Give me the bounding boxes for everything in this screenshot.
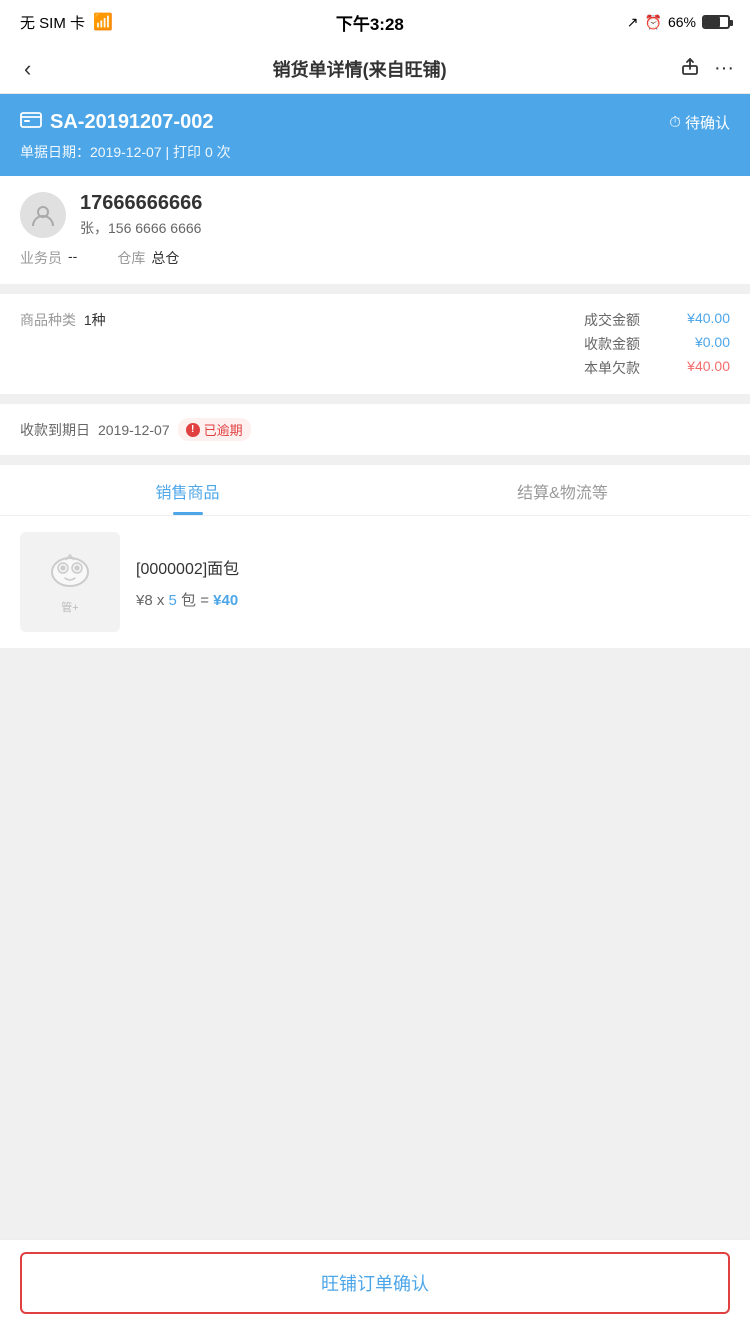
- brand-label: 管+: [61, 599, 78, 615]
- order-icon: [20, 110, 42, 134]
- clock-icon: ⏱: [669, 114, 681, 131]
- tab-sales[interactable]: 销售商品: [0, 465, 375, 515]
- received-label: 收款金额: [584, 334, 640, 354]
- nav-actions: ···: [680, 56, 734, 82]
- sales-label: 业务员: [20, 248, 62, 268]
- owed-label: 本单欠款: [584, 358, 640, 378]
- overdue-badge: ! 已逾期: [178, 418, 251, 441]
- product-total: ¥40: [213, 592, 238, 609]
- wifi-icon: 📶: [93, 12, 113, 32]
- order-header: SA-20191207-002 ⏱ 待确认 单据日期：2019-12-07 | …: [0, 94, 750, 176]
- customer-phone: 17666666666: [80, 192, 202, 215]
- tabs-card: 销售商品 结算&物流等 管+: [0, 465, 750, 648]
- product-type: 商品种类 1种: [20, 310, 106, 330]
- warehouse-label: 仓库: [117, 248, 145, 268]
- warehouse-value: 总仓: [151, 248, 179, 268]
- sales-value: --: [68, 248, 77, 268]
- deal-amount-label: 成交金额: [584, 310, 640, 330]
- page-title: 销货单详情(来自旺铺): [273, 56, 447, 82]
- order-status: ⏱ 待确认: [669, 112, 730, 133]
- product-thumbnail: 管+: [20, 532, 120, 632]
- battery-label: 66%: [668, 14, 696, 30]
- product-item: 管+ [0000002]面包 ¥8 x 5 包 = ¥40: [0, 516, 750, 648]
- share-button[interactable]: [680, 56, 700, 82]
- location-icon: ↗: [627, 14, 639, 31]
- owed-value: ¥40.00: [660, 358, 730, 378]
- avatar: [20, 192, 66, 238]
- nav-bar: ‹ 销货单详情(来自旺铺) ···: [0, 44, 750, 94]
- battery-icon: [702, 15, 730, 29]
- overdue-dot-icon: !: [186, 423, 200, 437]
- product-owl-icon: [45, 550, 95, 597]
- customer-meta: 业务员 -- 仓库 总仓: [20, 248, 730, 268]
- deal-amount-value: ¥40.00: [660, 310, 730, 330]
- status-bar: 无 SIM 卡 📶 下午3:28 ↗ ⏰ 66%: [0, 0, 750, 44]
- overdue-text: 已逾期: [204, 420, 243, 439]
- status-time: 下午3:28: [336, 10, 404, 35]
- no-sim-label: 无 SIM 卡: [20, 12, 85, 33]
- due-date: 2019-12-07: [98, 422, 170, 438]
- customer-card: 17666666666 张，156 6666 6666 业务员 -- 仓库 总仓: [0, 176, 750, 284]
- summary-card: 商品种类 1种 成交金额 ¥40.00 收款金额 ¥0.00 本单欠款 ¥40.…: [0, 294, 750, 394]
- due-date-row: 收款到期日 2019-12-07 ! 已逾期: [0, 404, 750, 455]
- amounts: 成交金额 ¥40.00 收款金额 ¥0.00 本单欠款 ¥40.00: [584, 310, 730, 378]
- due-label: 收款到期日: [20, 420, 90, 440]
- order-date: 单据日期：2019-12-07 | 打印 0 次: [20, 142, 730, 162]
- product-price: ¥8 x 5 包 = ¥40: [136, 589, 730, 610]
- product-qty: 5: [169, 592, 177, 609]
- order-id: SA-20191207-002: [20, 110, 213, 134]
- alarm-icon: ⏰: [645, 14, 662, 31]
- product-info: [0000002]面包 ¥8 x 5 包 = ¥40: [136, 555, 730, 610]
- received-value: ¥0.00: [660, 334, 730, 354]
- status-left: 无 SIM 卡 📶: [20, 12, 113, 33]
- more-button[interactable]: ···: [714, 57, 734, 80]
- tabs-row: 销售商品 结算&物流等: [0, 465, 750, 516]
- empty-content-area: [0, 658, 750, 858]
- tab-settlement[interactable]: 结算&物流等: [375, 465, 750, 515]
- product-name: [0000002]面包: [136, 555, 730, 579]
- status-right: ↗ ⏰ 66%: [627, 14, 730, 31]
- customer-sub: 张，156 6666 6666: [80, 218, 202, 238]
- confirm-order-button[interactable]: 旺铺订单确认: [20, 1252, 730, 1314]
- bottom-bar: 旺铺订单确认: [0, 1239, 750, 1334]
- back-button[interactable]: ‹: [16, 52, 39, 86]
